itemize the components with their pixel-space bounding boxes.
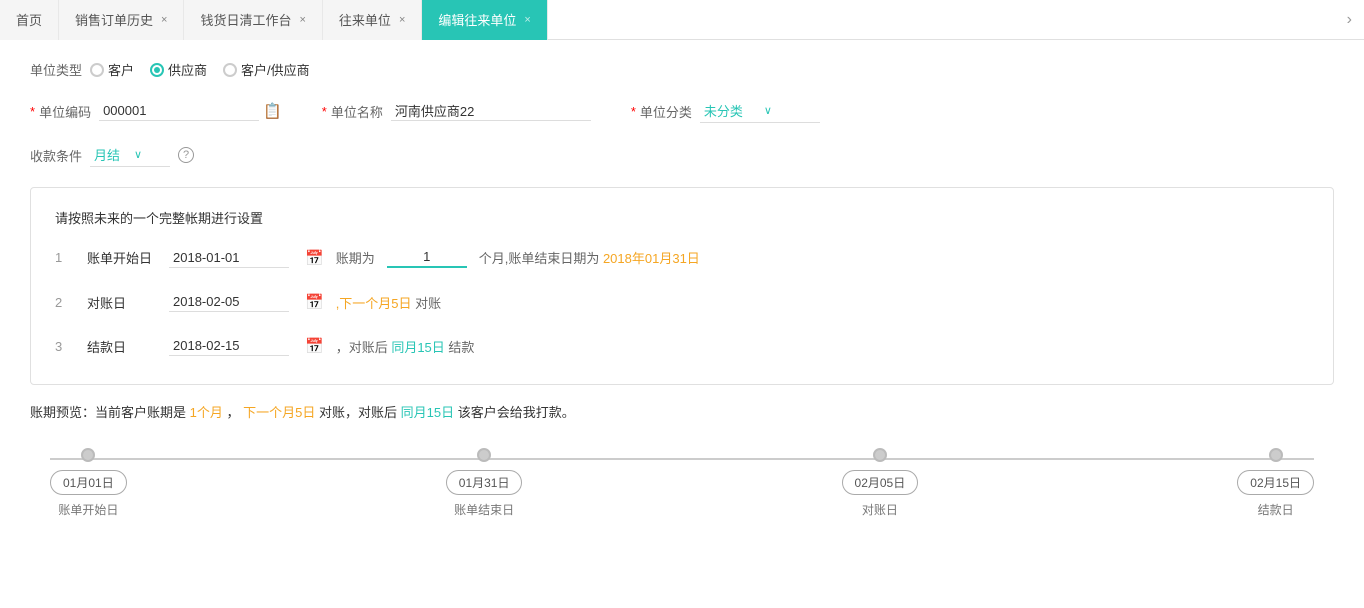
period-date-1[interactable] <box>169 248 289 268</box>
payment-terms-label: 收款条件 <box>30 146 82 165</box>
unit-code-required: * <box>30 104 35 119</box>
period-num-1: 1 <box>55 250 75 265</box>
unit-name-field: * 单位名称 <box>322 101 591 121</box>
period-row-2: 2 对账日 📅 ,下一个月5日 对账 <box>55 292 1309 312</box>
timeline-dot-1 <box>477 448 491 462</box>
unit-name-label: 单位名称 <box>331 102 383 121</box>
radio-circle-customer <box>90 63 104 77</box>
tab-edit-partner[interactable]: 编辑往来单位 × <box>422 0 547 40</box>
tab-sales-history[interactable]: 销售订单历史 × <box>59 0 184 40</box>
timeline-dot-3 <box>1269 448 1283 462</box>
period-num-3: 3 <box>55 339 75 354</box>
unit-info-row: * 单位编码 📋 * 单位名称 * 单位分类 未分类 ∨ <box>30 99 1334 123</box>
radio-circle-supplier <box>150 63 164 77</box>
unit-category-value: 未分类 <box>704 101 756 120</box>
period-desc-2: ,下一个月5日 对账 <box>336 293 441 312</box>
period-row-3: 3 结款日 📅 ，对账后 同月15日 结款 <box>55 336 1309 356</box>
timeline-point-3: 02月15日 结款日 <box>1237 448 1314 518</box>
tab-edit-partner-close[interactable]: × <box>524 14 530 26</box>
period-date-2[interactable] <box>169 292 289 312</box>
period-desc-3: ，对账后 同月15日 结款 <box>336 337 475 356</box>
timeline-points: 01月01日 账单开始日 01月31日 账单结束日 02月05日 对账日 02月… <box>50 448 1314 518</box>
payment-terms-arrow-icon: ∨ <box>134 148 166 161</box>
timeline-point-0: 01月01日 账单开始日 <box>50 448 127 518</box>
preview-reconcile: 下一个月5日 <box>243 405 315 420</box>
payment-terms-help-icon[interactable]: ? <box>178 147 194 163</box>
period-label-1: 账单开始日 <box>87 248 157 267</box>
timeline-label-1: 账单结束日 <box>454 501 514 518</box>
radio-customer[interactable]: 客户 <box>90 60 134 79</box>
unit-category-arrow-icon: ∨ <box>764 104 816 117</box>
tab-partner-units-close[interactable]: × <box>399 14 405 26</box>
unit-code-field: * 单位编码 📋 <box>30 101 282 121</box>
timeline-point-2: 02月05日 对账日 <box>842 448 919 518</box>
unit-code-calendar-icon[interactable]: 📋 <box>263 102 282 120</box>
tabs-bar: 首页 销售订单历史 × 钱货日清工作台 × 往来单位 × 编辑往来单位 × › <box>0 0 1364 40</box>
unit-category-field: * 单位分类 未分类 ∨ <box>631 99 820 123</box>
period-num-2: 2 <box>55 295 75 310</box>
timeline-label-2: 对账日 <box>862 501 898 518</box>
unit-type-label: 单位类型 <box>30 60 82 79</box>
timeline-wrapper: 01月01日 账单开始日 01月31日 账单结束日 02月05日 对账日 02月… <box>30 448 1334 518</box>
months-input[interactable] <box>387 247 467 268</box>
tab-more-button[interactable]: › <box>1335 0 1364 39</box>
main-content: 单位类型 客户 供应商 客户/供应商 * 单位编码 📋 * 单位名称 <box>0 40 1364 608</box>
unit-code-input[interactable] <box>99 101 259 121</box>
tab-sales-history-close[interactable]: × <box>161 14 167 26</box>
period-row-1: 1 账单开始日 📅 账期为 个月,账单结束日期为 2018年01月31日 <box>55 247 1309 268</box>
unit-name-input[interactable] <box>391 101 591 121</box>
timeline-badge-1: 01月31日 <box>446 470 523 495</box>
unit-type-row: 单位类型 客户 供应商 客户/供应商 <box>30 60 1334 79</box>
timeline-inner: 01月01日 账单开始日 01月31日 账单结束日 02月05日 对账日 02月… <box>50 448 1314 518</box>
unit-category-required: * <box>631 104 636 119</box>
tab-cash-desk[interactable]: 钱货日清工作台 × <box>184 0 322 40</box>
timeline-dot-0 <box>81 448 95 462</box>
timeline-badge-3: 02月15日 <box>1237 470 1314 495</box>
timeline-point-1: 01月31日 账单结束日 <box>446 448 523 518</box>
period-calendar-icon-3[interactable]: 📅 <box>305 337 324 355</box>
period-desc-after-1: 个月,账单结束日期为 2018年01月31日 <box>479 248 700 267</box>
tab-cash-desk-close[interactable]: × <box>299 14 305 26</box>
radio-circle-both <box>223 63 237 77</box>
period-label-3: 结款日 <box>87 337 157 356</box>
timeline-dot-2 <box>873 448 887 462</box>
period-desc-before-1: 账期为 <box>336 248 375 267</box>
unit-name-required: * <box>322 104 327 119</box>
period-label-2: 对账日 <box>87 293 157 312</box>
unit-category-label: 单位分类 <box>640 102 692 121</box>
preview-pay: 同月15日 <box>401 405 454 420</box>
unit-type-radio-group: 客户 供应商 客户/供应商 <box>90 60 310 79</box>
timeline-label-0: 账单开始日 <box>58 501 118 518</box>
period-reconcile-highlight: ,下一个月5日 <box>336 296 412 311</box>
period-box-title: 请按照未来的一个完整帐期进行设置 <box>55 208 1309 227</box>
preview-month: 1个月 <box>190 405 223 420</box>
radio-both[interactable]: 客户/供应商 <box>223 60 310 79</box>
payment-terms-row: 收款条件 月结 ∨ ? <box>30 143 1334 167</box>
timeline-badge-2: 02月05日 <box>842 470 919 495</box>
preview-text: 账期预览：当前客户账期是 1个月 ， 下一个月5日 对账，对账后 同月15日 该… <box>30 401 1334 424</box>
period-settings-box: 请按照未来的一个完整帐期进行设置 1 账单开始日 📅 账期为 个月,账单结束日期… <box>30 187 1334 385</box>
unit-code-label: 单位编码 <box>39 102 91 121</box>
period-calendar-icon-2[interactable]: 📅 <box>305 293 324 311</box>
tab-partner-units[interactable]: 往来单位 × <box>323 0 422 40</box>
radio-supplier[interactable]: 供应商 <box>150 60 207 79</box>
payment-terms-dropdown[interactable]: 月结 ∨ <box>90 143 170 167</box>
unit-category-dropdown[interactable]: 未分类 ∨ <box>700 99 820 123</box>
timeline-label-3: 结款日 <box>1258 501 1294 518</box>
period-calendar-icon-1[interactable]: 📅 <box>305 249 324 267</box>
period-end-date-highlight: 2018年01月31日 <box>603 251 700 266</box>
period-pay-highlight: 同月15日 <box>391 340 444 355</box>
timeline-badge-0: 01月01日 <box>50 470 127 495</box>
payment-terms-value: 月结 <box>94 145 126 164</box>
tab-home[interactable]: 首页 <box>0 0 59 40</box>
period-date-3[interactable] <box>169 336 289 356</box>
